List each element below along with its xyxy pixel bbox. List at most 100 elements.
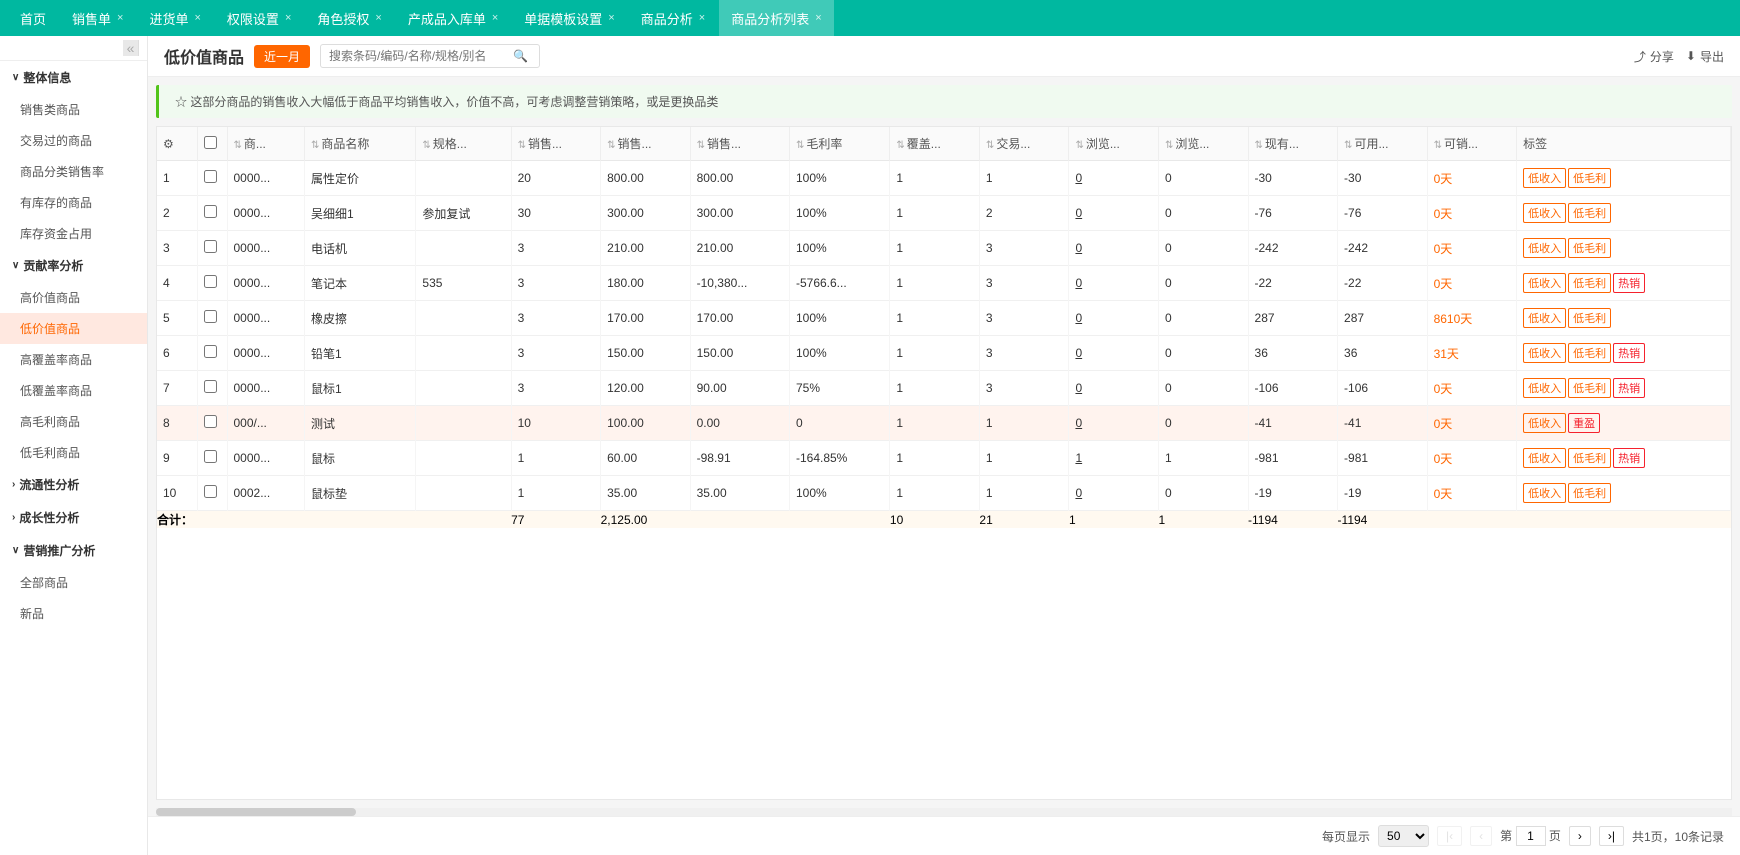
filter-button[interactable]: 近一月 xyxy=(254,45,310,68)
sidebar-item-high-profit[interactable]: 高毛利商品 xyxy=(0,406,147,437)
last-page-button[interactable]: ›| xyxy=(1599,826,1624,846)
sidebar-item-low-profit[interactable]: 低毛利商品 xyxy=(0,437,147,468)
sidebar-item-high-value[interactable]: 高价值商品 xyxy=(0,282,147,313)
col-gross-rate[interactable]: ⇅毛利率 xyxy=(789,127,889,161)
sidebar-group-overall[interactable]: ∨ 整体信息 xyxy=(0,61,147,94)
nav-purchase[interactable]: 进货单 × xyxy=(137,0,212,36)
views-link[interactable]: 0 xyxy=(1075,346,1082,360)
sidebar-group-marketing[interactable]: ∨ 营销推广分析 xyxy=(0,534,147,567)
nav-permissions[interactable]: 权限设置 × xyxy=(215,0,303,36)
nav-sales[interactable]: 销售单 × xyxy=(60,0,135,36)
sidebar-item-high-coverage[interactable]: 高覆盖率商品 xyxy=(0,344,147,375)
row-views1[interactable]: 0 xyxy=(1069,161,1159,196)
sidebar-item-category-sales[interactable]: 商品分类销售率 xyxy=(0,156,147,187)
row-checkbox[interactable] xyxy=(197,196,227,231)
row-views1[interactable]: 0 xyxy=(1069,196,1159,231)
nav-home[interactable]: 首页 xyxy=(8,0,58,36)
views-link[interactable]: 0 xyxy=(1075,241,1082,255)
nav-inventory[interactable]: 产成品入库单 × xyxy=(396,0,510,36)
row-select-checkbox[interactable] xyxy=(204,380,217,393)
col-stock-now[interactable]: ⇅现有... xyxy=(1248,127,1338,161)
row-checkbox[interactable] xyxy=(197,161,227,196)
sidebar-item-low-value[interactable]: 低价值商品 xyxy=(0,313,147,344)
views-link[interactable]: 1 xyxy=(1075,451,1082,465)
sidebar-group-growth[interactable]: › 成长性分析 xyxy=(0,501,147,534)
next-page-button[interactable]: › xyxy=(1569,826,1591,846)
row-checkbox[interactable] xyxy=(197,371,227,406)
col-name[interactable]: ⇅商品名称 xyxy=(305,127,416,161)
views-link[interactable]: 0 xyxy=(1075,311,1082,325)
row-checkbox[interactable] xyxy=(197,441,227,476)
views-link[interactable]: 0 xyxy=(1075,171,1082,185)
nav-product-analysis[interactable]: 商品分析 × xyxy=(629,0,717,36)
row-checkbox[interactable] xyxy=(197,406,227,441)
horizontal-scrollbar[interactable] xyxy=(156,808,1732,816)
row-views1[interactable]: 0 xyxy=(1069,266,1159,301)
sidebar-item-sales-products[interactable]: 销售类商品 xyxy=(0,94,147,125)
col-sales-qty[interactable]: ⇅销售... xyxy=(511,127,601,161)
row-checkbox[interactable] xyxy=(197,336,227,371)
row-select-checkbox[interactable] xyxy=(204,345,217,358)
col-stock-avail[interactable]: ⇅可用... xyxy=(1338,127,1428,161)
col-days[interactable]: ⇅可销... xyxy=(1427,127,1517,161)
nav-product-analysis-list[interactable]: 商品分析列表 × xyxy=(719,0,833,36)
row-select-checkbox[interactable] xyxy=(204,310,217,323)
col-coverage[interactable]: ⇅覆盖... xyxy=(890,127,980,161)
share-button[interactable]: ⤴ 分享 xyxy=(1634,48,1674,65)
row-views1[interactable]: 0 xyxy=(1069,336,1159,371)
prev-page-button[interactable]: ‹ xyxy=(1470,826,1492,846)
close-icon[interactable]: × xyxy=(194,12,200,24)
row-select-checkbox[interactable] xyxy=(204,205,217,218)
export-button[interactable]: ⬇ 导出 xyxy=(1686,48,1724,65)
sidebar-item-stock-capital[interactable]: 库存资金占用 xyxy=(0,218,147,249)
views-link[interactable]: 0 xyxy=(1075,381,1082,395)
row-views1[interactable]: 0 xyxy=(1069,301,1159,336)
row-views1[interactable]: 0 xyxy=(1069,406,1159,441)
close-icon[interactable]: × xyxy=(492,12,498,24)
row-views1[interactable]: 0 xyxy=(1069,476,1159,511)
close-icon[interactable]: × xyxy=(375,12,381,24)
row-select-checkbox[interactable] xyxy=(204,485,217,498)
row-checkbox[interactable] xyxy=(197,231,227,266)
row-checkbox[interactable] xyxy=(197,266,227,301)
col-code[interactable]: ⇅商... xyxy=(227,127,305,161)
sidebar-item-stock-products[interactable]: 有库存的商品 xyxy=(0,187,147,218)
views-link[interactable]: 0 xyxy=(1075,276,1082,290)
col-views1[interactable]: ⇅浏览... xyxy=(1069,127,1159,161)
col-views2[interactable]: ⇅浏览... xyxy=(1158,127,1248,161)
select-all-checkbox[interactable] xyxy=(204,136,217,149)
sidebar-item-all-products[interactable]: 全部商品 xyxy=(0,567,147,598)
col-spec[interactable]: ⇅规格... xyxy=(416,127,511,161)
sidebar-item-new-products[interactable]: 新品 xyxy=(0,598,147,629)
sidebar-group-contribution[interactable]: ∨ 贡献率分析 xyxy=(0,249,147,282)
views-link[interactable]: 0 xyxy=(1075,486,1082,500)
search-icon[interactable]: 🔍 xyxy=(513,49,528,63)
views-link[interactable]: 0 xyxy=(1075,416,1082,430)
page-number-input[interactable] xyxy=(1516,826,1546,846)
row-checkbox[interactable] xyxy=(197,301,227,336)
col-transactions[interactable]: ⇅交易... xyxy=(979,127,1069,161)
row-select-checkbox[interactable] xyxy=(204,450,217,463)
row-views1[interactable]: 1 xyxy=(1069,441,1159,476)
gear-icon[interactable]: ⚙ xyxy=(163,137,174,151)
close-icon[interactable]: × xyxy=(608,12,614,24)
sidebar-collapse-button[interactable]: « xyxy=(123,40,139,56)
row-views1[interactable]: 0 xyxy=(1069,371,1159,406)
col-checkbox[interactable] xyxy=(197,127,227,161)
page-size-select[interactable]: 50 100 200 xyxy=(1378,825,1429,847)
nav-templates[interactable]: 单据模板设置 × xyxy=(512,0,626,36)
col-settings[interactable]: ⚙ xyxy=(157,127,197,161)
views-link[interactable]: 0 xyxy=(1075,206,1082,220)
row-select-checkbox[interactable] xyxy=(204,415,217,428)
nav-roles[interactable]: 角色授权 × xyxy=(305,0,393,36)
close-icon[interactable]: × xyxy=(117,12,123,24)
row-checkbox[interactable] xyxy=(197,476,227,511)
search-input[interactable] xyxy=(329,49,509,63)
col-sales-amt2[interactable]: ⇅销售... xyxy=(690,127,789,161)
close-icon[interactable]: × xyxy=(699,12,705,24)
first-page-button[interactable]: |‹ xyxy=(1437,826,1462,846)
close-icon[interactable]: × xyxy=(285,12,291,24)
row-select-checkbox[interactable] xyxy=(204,240,217,253)
sidebar-item-traded-products[interactable]: 交易过的商品 xyxy=(0,125,147,156)
row-select-checkbox[interactable] xyxy=(204,275,217,288)
